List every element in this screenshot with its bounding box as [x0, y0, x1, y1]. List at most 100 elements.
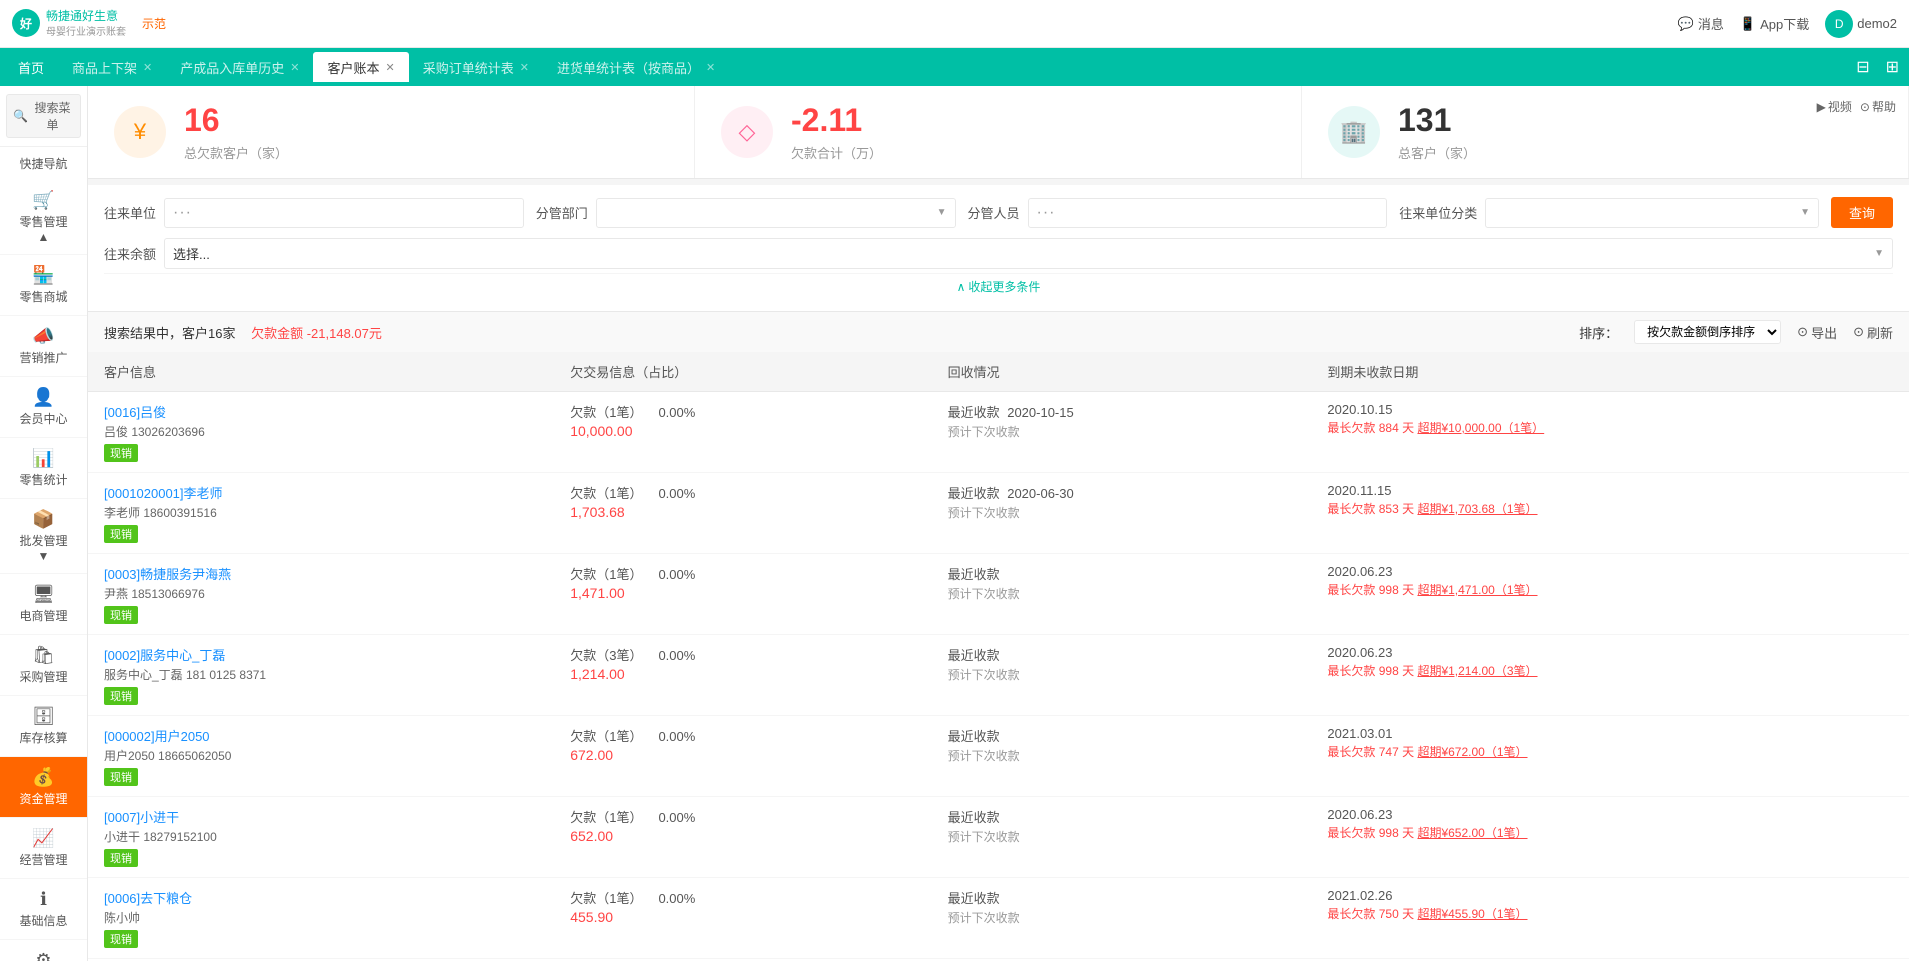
tab-collapse-btn[interactable]: ⊟ [1850, 55, 1875, 79]
inventory-icon: 🗄 [32, 706, 55, 727]
sidebar-item-purchase-mgmt[interactable]: 🛍 采购管理 [0, 635, 87, 696]
tab-purchase-order[interactable]: 采购订单统计表 ✕ [409, 52, 543, 82]
refresh-btn[interactable]: ⊙ 刷新 [1853, 323, 1893, 342]
sidebar-item-operations[interactable]: 📈 经营管理 [0, 818, 87, 879]
cell-debt-4: 欠款（1笔） 0.00% 672.00 [554, 716, 931, 797]
supplier-input[interactable]: ··· [164, 198, 524, 228]
sidebar-item-ecommerce[interactable]: 🖥 电商管理 [0, 574, 87, 635]
tab-product-offline[interactable]: 商品上下架 ✕ [58, 52, 166, 82]
customer-name-5[interactable]: [0007]小进干 [104, 807, 538, 826]
customer-name-0[interactable]: [0016]吕俊 [104, 402, 538, 421]
sidebar-item-retail-mgmt[interactable]: 🛒 零售管理 ▲ [0, 180, 87, 255]
tab-purchase-stats[interactable]: 进货单统计表（按商品） ✕ [543, 52, 729, 82]
main-content: ¥ 16 总欠款客户（家） ◇ -2.11 欠款合计（万） 🏢 [88, 86, 1909, 961]
retail-mgmt-label: 零售管理 [19, 213, 67, 230]
tab-purchase-stats-label: 进货单统计表（按商品） [557, 58, 700, 77]
overdue-link-1[interactable]: 超期¥1,703.68（1笔） [1417, 502, 1537, 516]
app-download-btn[interactable]: 📱 App下载 [1740, 14, 1809, 33]
app-download-icon: 📱 [1740, 16, 1756, 32]
cell-debt-5: 欠款（1笔） 0.00% 652.00 [554, 797, 931, 878]
cell-customer-1: [0001020001]李老师 李老师 18600391516 现销 [88, 473, 554, 554]
inventory-label: 库存核算 [19, 729, 67, 746]
overdue-info-5: 最长欠款 998 天 超期¥652.00（1笔） [1327, 824, 1893, 841]
col-header-duedate: 到期未收款日期 [1311, 352, 1909, 392]
dept-input[interactable]: ▼ [596, 198, 956, 228]
search-btn[interactable]: 查询 [1831, 197, 1893, 228]
customer-name-1[interactable]: [0001020001]李老师 [104, 483, 538, 502]
customer-contact-6: 陈小帅 [104, 909, 538, 926]
tab-customer-account-close[interactable]: ✕ [386, 61, 395, 74]
overdue-info-6: 最长欠款 750 天 超期¥455.90（1笔） [1327, 905, 1893, 922]
overdue-link-3[interactable]: 超期¥1,214.00（3笔） [1417, 664, 1537, 678]
view-label: 视频 [1828, 98, 1852, 115]
dept-label: 分管部门 [536, 203, 588, 222]
person-input[interactable]: ··· [1028, 198, 1388, 228]
debit-amount-icon: ◇ [721, 106, 773, 158]
recent-collection-5: 最近收款 [948, 807, 1296, 826]
balance-filter: 往来余额 选择... ▼ [104, 238, 1893, 269]
sort-label: 排序： [1579, 323, 1618, 342]
tab-fullscreen-btn[interactable]: ⊞ [1880, 55, 1905, 79]
customer-name-6[interactable]: [0006]去下粮仓 [104, 888, 538, 907]
export-btn[interactable]: ⊙ 导出 [1797, 323, 1837, 342]
debt-pct-0: 0.00% [658, 405, 695, 420]
tab-product-offline-label: 商品上下架 [72, 58, 137, 77]
overdue-link-0[interactable]: 超期¥10,000.00（1笔） [1417, 421, 1544, 435]
customer-name-2[interactable]: [0003]畅捷服务尹海燕 [104, 564, 538, 583]
tab-purchase-stats-close[interactable]: ✕ [706, 61, 715, 74]
tab-home-label: 首页 [18, 58, 44, 77]
collapse-icon: ∧ [957, 280, 966, 294]
cell-customer-2: [0003]畅捷服务尹海燕 尹燕 18513066976 现销 [88, 554, 554, 635]
debt-pct-4: 0.00% [658, 729, 695, 744]
tab-customer-account[interactable]: 客户账本 ✕ [313, 52, 408, 82]
customer-name-4[interactable]: [000002]用户2050 [104, 726, 538, 745]
tab-home[interactable]: 首页 [4, 52, 58, 82]
debt-amount-5: 652.00 [570, 828, 915, 844]
help-btn[interactable]: ⊙ 帮助 [1860, 98, 1896, 115]
balance-input[interactable]: 选择... ▼ [164, 238, 1893, 269]
sidebar-item-capital-mgmt[interactable]: 💰 资金管理 [0, 757, 87, 818]
recent-collection-0: 最近收款 2020-10-15 [948, 402, 1296, 421]
recent-date-1: 2020-06-30 [1007, 486, 1074, 501]
category-input[interactable]: ▼ [1485, 198, 1819, 228]
app-name: 畅捷通好生意 [46, 9, 126, 23]
sidebar-search-btn[interactable]: 🔍 搜索菜单 [6, 94, 81, 138]
message-btn[interactable]: 💬 消息 [1678, 14, 1724, 33]
result-debt-total: 欠款金额 -21,148.07元 [251, 326, 382, 341]
view-btn[interactable]: ▶ 视频 [1817, 98, 1852, 115]
col-header-customer: 客户信息 [88, 352, 554, 392]
cell-debt-0: 欠款（1笔） 0.00% 10,000.00 [554, 392, 931, 473]
batch-mgmt-arrow: ▼ [38, 549, 50, 563]
overdue-link-6[interactable]: 超期¥455.90（1笔） [1417, 907, 1527, 921]
sidebar-item-batch-mgmt[interactable]: 📦 批发管理 ▼ [0, 499, 87, 574]
sidebar-item-system-mgmt[interactable]: ⚙ 系统管理 [0, 940, 87, 961]
overdue-link-2[interactable]: 超期¥1,471.00（1笔） [1417, 583, 1537, 597]
sidebar-item-basic-info[interactable]: ℹ 基础信息 [0, 879, 87, 940]
overdue-link-5[interactable]: 超期¥652.00（1笔） [1417, 826, 1527, 840]
operations-label: 经营管理 [19, 851, 67, 868]
sidebar-item-inventory[interactable]: 🗄 库存核算 [0, 696, 87, 757]
recent-collection-4: 最近收款 [948, 726, 1296, 745]
sort-select[interactable]: 按欠款金额倒序排序 [1634, 320, 1781, 344]
tab-purchase-order-close[interactable]: ✕ [520, 61, 529, 74]
col-header-collection: 回收情况 [932, 352, 1312, 392]
debt-amount-2: 1,471.00 [570, 585, 915, 601]
total-customers-icon: 🏢 [1328, 106, 1380, 158]
customer-name-3[interactable]: [0002]服务中心_丁磊 [104, 645, 538, 664]
tab-product-offline-close[interactable]: ✕ [143, 61, 152, 74]
user-menu[interactable]: D demo2 [1825, 10, 1897, 38]
quick-nav-label: 快捷导航 [19, 155, 67, 172]
collapse-btn[interactable]: ∧ 收起更多条件 [957, 278, 1041, 295]
sidebar-item-retail-stats[interactable]: 📊 零售统计 [0, 438, 87, 499]
sidebar-item-marketing[interactable]: 📣 营销推广 [0, 316, 87, 377]
tab-product-history-close[interactable]: ✕ [290, 61, 299, 74]
debt-count-6: 欠款（1笔） [570, 888, 642, 907]
sidebar-item-retail-store[interactable]: 🏪 零售商城 [0, 255, 87, 316]
overdue-link-4[interactable]: 超期¥672.00（1笔） [1417, 745, 1527, 759]
sidebar-item-member[interactable]: 👤 会员中心 [0, 377, 87, 438]
next-collection-4: 预计下次收款 [948, 747, 1296, 764]
sidebar-quick-nav[interactable]: 快捷导航 [0, 147, 87, 180]
dept-arrow: ▼ [937, 207, 947, 218]
tab-product-history[interactable]: 产成品入库单历史 ✕ [166, 52, 313, 82]
logo-icon: 好 [12, 9, 40, 37]
